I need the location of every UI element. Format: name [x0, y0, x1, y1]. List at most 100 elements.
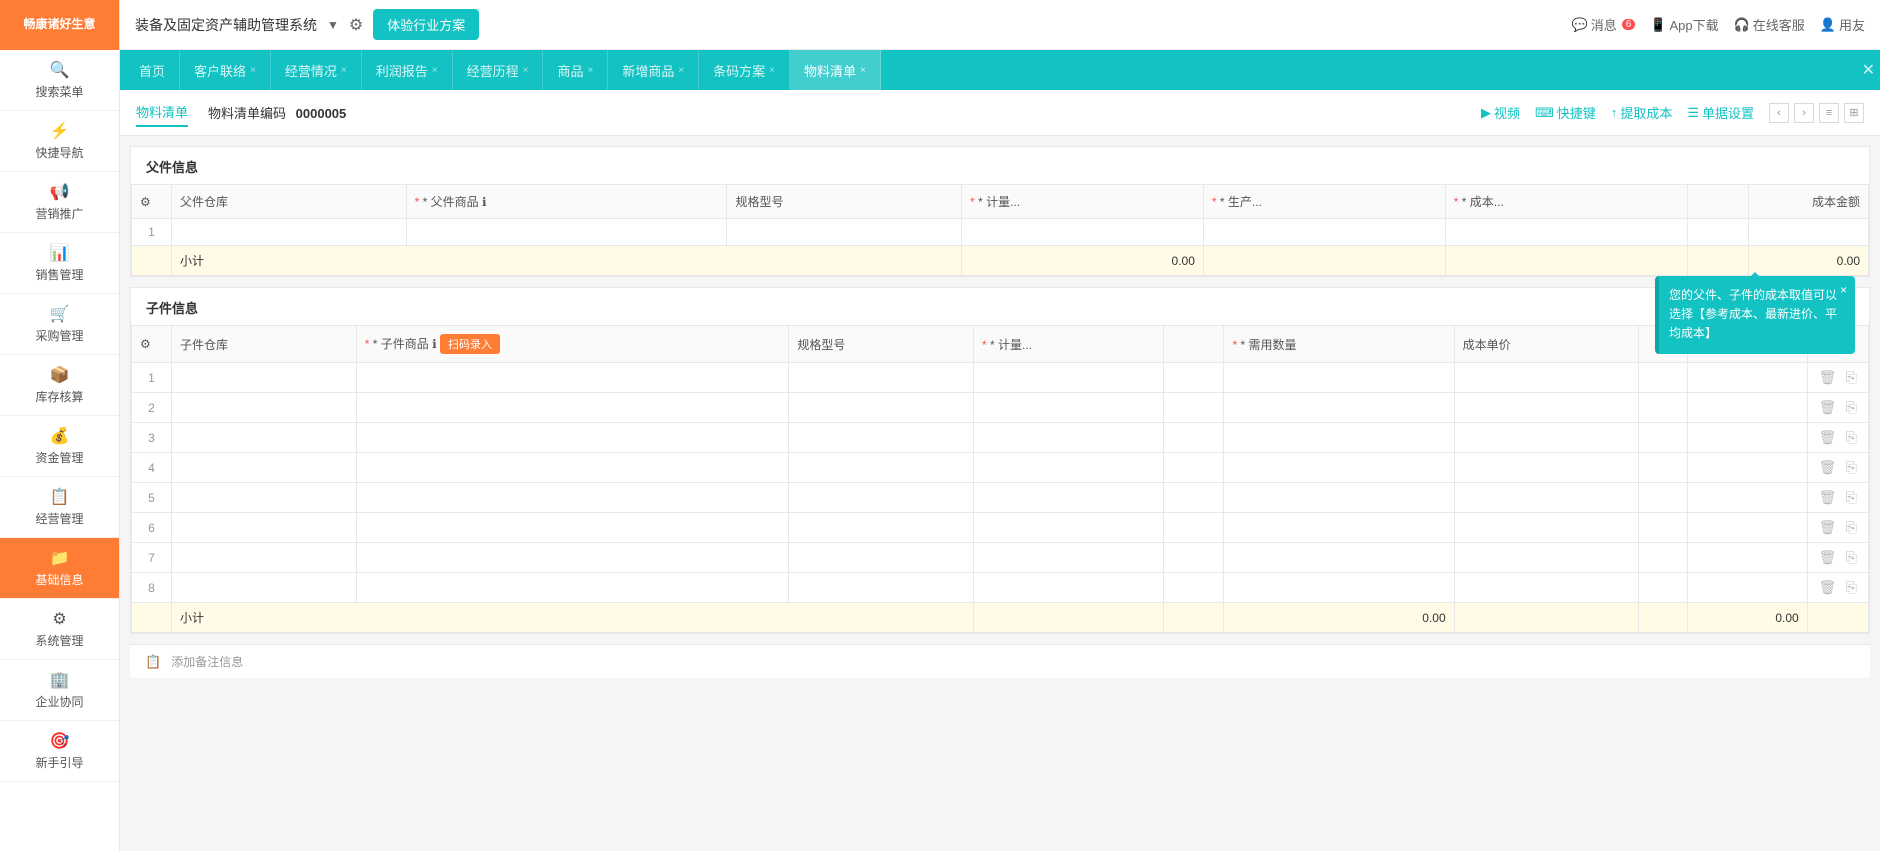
tab-goods[interactable]: 商品 × [543, 50, 608, 90]
child-unitcost-7[interactable] [1454, 543, 1639, 573]
child-unitcost-2[interactable] [1454, 393, 1639, 423]
child-warehouse-1[interactable] [172, 363, 357, 393]
child-unit-1[interactable] [974, 363, 1164, 393]
parent-production-1[interactable] [1203, 219, 1445, 246]
tab-bom-close[interactable]: × [860, 65, 866, 76]
extract-cost-action[interactable]: ↑ 提取成本 [1611, 103, 1673, 122]
child-unitcost-1[interactable] [1454, 363, 1639, 393]
sidebar-item-sales[interactable]: 📊 销售管理 [0, 233, 119, 294]
parent-unit-1[interactable] [962, 219, 1204, 246]
copy-icon[interactable]: ⎘ [1846, 369, 1857, 385]
single-settings-action[interactable]: ☰ 单据设置 [1687, 103, 1754, 122]
tab-history[interactable]: 经营历程 × [453, 50, 544, 90]
sub-tab-bom-list[interactable]: 物料清单 [136, 98, 188, 127]
experience-button[interactable]: 体验行业方案 [373, 9, 479, 40]
child-warehouse-3[interactable] [172, 423, 357, 453]
child-spec-3[interactable] [789, 423, 974, 453]
child-goods-7[interactable] [356, 543, 789, 573]
grid-view-btn[interactable]: ⊞ [1844, 103, 1864, 123]
child-unit-8[interactable] [974, 573, 1164, 603]
sidebar-item-quicknav[interactable]: ⚡ 快捷导航 [0, 111, 119, 172]
child-spec-5[interactable] [789, 483, 974, 513]
child-warehouse-5[interactable] [172, 483, 357, 513]
online-service-button[interactable]: 🎧 在线客服 [1734, 15, 1805, 34]
delete-icon[interactable]: 🗑 [1819, 519, 1837, 535]
list-view-btn[interactable]: ≡ [1819, 103, 1839, 123]
child-goods-3[interactable] [356, 423, 789, 453]
parent-goods-1[interactable] [406, 219, 727, 246]
child-goods-1[interactable] [356, 363, 789, 393]
child-spec-8[interactable] [789, 573, 974, 603]
next-arrow[interactable]: › [1794, 103, 1814, 123]
child-quantity-3[interactable] [1224, 423, 1454, 453]
tab-profit-close[interactable]: × [432, 65, 438, 76]
sidebar-item-finance[interactable]: 💰 资金管理 [0, 416, 119, 477]
child-warehouse-8[interactable] [172, 573, 357, 603]
tab-new-goods-close[interactable]: × [678, 65, 684, 76]
child-spec-1[interactable] [789, 363, 974, 393]
sidebar-item-marketing[interactable]: 📢 营销推广 [0, 172, 119, 233]
delete-icon[interactable]: 🗑 [1819, 459, 1837, 475]
copy-icon[interactable]: ⎘ [1846, 399, 1857, 415]
child-unitcost-3[interactable] [1454, 423, 1639, 453]
child-goods-4[interactable] [356, 453, 789, 483]
child-spec-6[interactable] [789, 513, 974, 543]
child-warehouse-7[interactable] [172, 543, 357, 573]
copy-icon[interactable]: ⎘ [1846, 489, 1857, 505]
sidebar-item-guide[interactable]: 🎯 新手引导 [0, 721, 119, 782]
sub-tab-bom-code[interactable]: 物料清单编码 0000005 [208, 99, 346, 126]
user-button[interactable]: 👤 用友 [1820, 15, 1865, 34]
child-goods-5[interactable] [356, 483, 789, 513]
sidebar-item-purchase[interactable]: 🛒 采购管理 [0, 294, 119, 355]
child-goods-6[interactable] [356, 513, 789, 543]
child-quantity-5[interactable] [1224, 483, 1454, 513]
sidebar-item-system[interactable]: ⚙ 系统管理 [0, 599, 119, 660]
sidebar-item-inventory[interactable]: 📦 库存核算 [0, 355, 119, 416]
message-button[interactable]: 💬 消息 6 [1572, 15, 1636, 34]
parent-th-settings[interactable]: ⚙ [132, 185, 172, 219]
child-spec-2[interactable] [789, 393, 974, 423]
parent-cost-1[interactable] [1445, 219, 1687, 246]
gear-icon[interactable]: ⚙ [349, 15, 363, 35]
prev-arrow[interactable]: ‹ [1769, 103, 1789, 123]
child-unit-6[interactable] [974, 513, 1164, 543]
shortcut-action[interactable]: ⌨ 快捷键 [1535, 103, 1596, 122]
child-goods-8[interactable] [356, 573, 789, 603]
copy-icon[interactable]: ⎘ [1846, 549, 1857, 565]
sidebar-item-basic[interactable]: 📁 基础信息 [0, 538, 119, 599]
child-spec-7[interactable] [789, 543, 974, 573]
sidebar-item-operations[interactable]: 📋 经营管理 [0, 477, 119, 538]
copy-icon[interactable]: ⎘ [1846, 579, 1857, 595]
tab-barcode-close[interactable]: × [769, 65, 775, 76]
delete-icon[interactable]: 🗑 [1819, 369, 1837, 385]
tab-barcode[interactable]: 条码方案 × [699, 50, 790, 90]
child-unitcost-8[interactable] [1454, 573, 1639, 603]
child-quantity-7[interactable] [1224, 543, 1454, 573]
child-th-settings[interactable]: ⚙ [132, 326, 172, 363]
child-unitcost-6[interactable] [1454, 513, 1639, 543]
tab-new-goods[interactable]: 新增商品 × [608, 50, 699, 90]
child-quantity-8[interactable] [1224, 573, 1454, 603]
system-dropdown[interactable]: ▼ [327, 18, 339, 32]
app-download-button[interactable]: 📱 App下载 [1650, 15, 1718, 34]
sidebar-item-search[interactable]: 🔍 搜索菜单 [0, 50, 119, 111]
child-warehouse-2[interactable] [172, 393, 357, 423]
child-unit-5[interactable] [974, 483, 1164, 513]
tab-goods-close[interactable]: × [587, 65, 593, 76]
tooltip-close[interactable]: × [1840, 281, 1847, 300]
parent-warehouse-1[interactable] [172, 219, 407, 246]
tab-customer-close[interactable]: × [250, 65, 256, 76]
video-action[interactable]: ▶ 视频 [1481, 103, 1520, 122]
tab-bom[interactable]: 物料清单 × [790, 50, 881, 90]
close-all-tabs[interactable]: ✕ [1862, 60, 1875, 80]
child-unit-3[interactable] [974, 423, 1164, 453]
child-unit-7[interactable] [974, 543, 1164, 573]
copy-icon[interactable]: ⎘ [1846, 429, 1857, 445]
tab-history-close[interactable]: × [523, 65, 529, 76]
copy-icon[interactable]: ⎘ [1846, 459, 1857, 475]
delete-icon[interactable]: 🗑 [1819, 399, 1837, 415]
child-quantity-1[interactable] [1224, 363, 1454, 393]
child-goods-2[interactable] [356, 393, 789, 423]
delete-icon[interactable]: 🗑 [1819, 489, 1837, 505]
tab-profit[interactable]: 利润报告 × [362, 50, 453, 90]
